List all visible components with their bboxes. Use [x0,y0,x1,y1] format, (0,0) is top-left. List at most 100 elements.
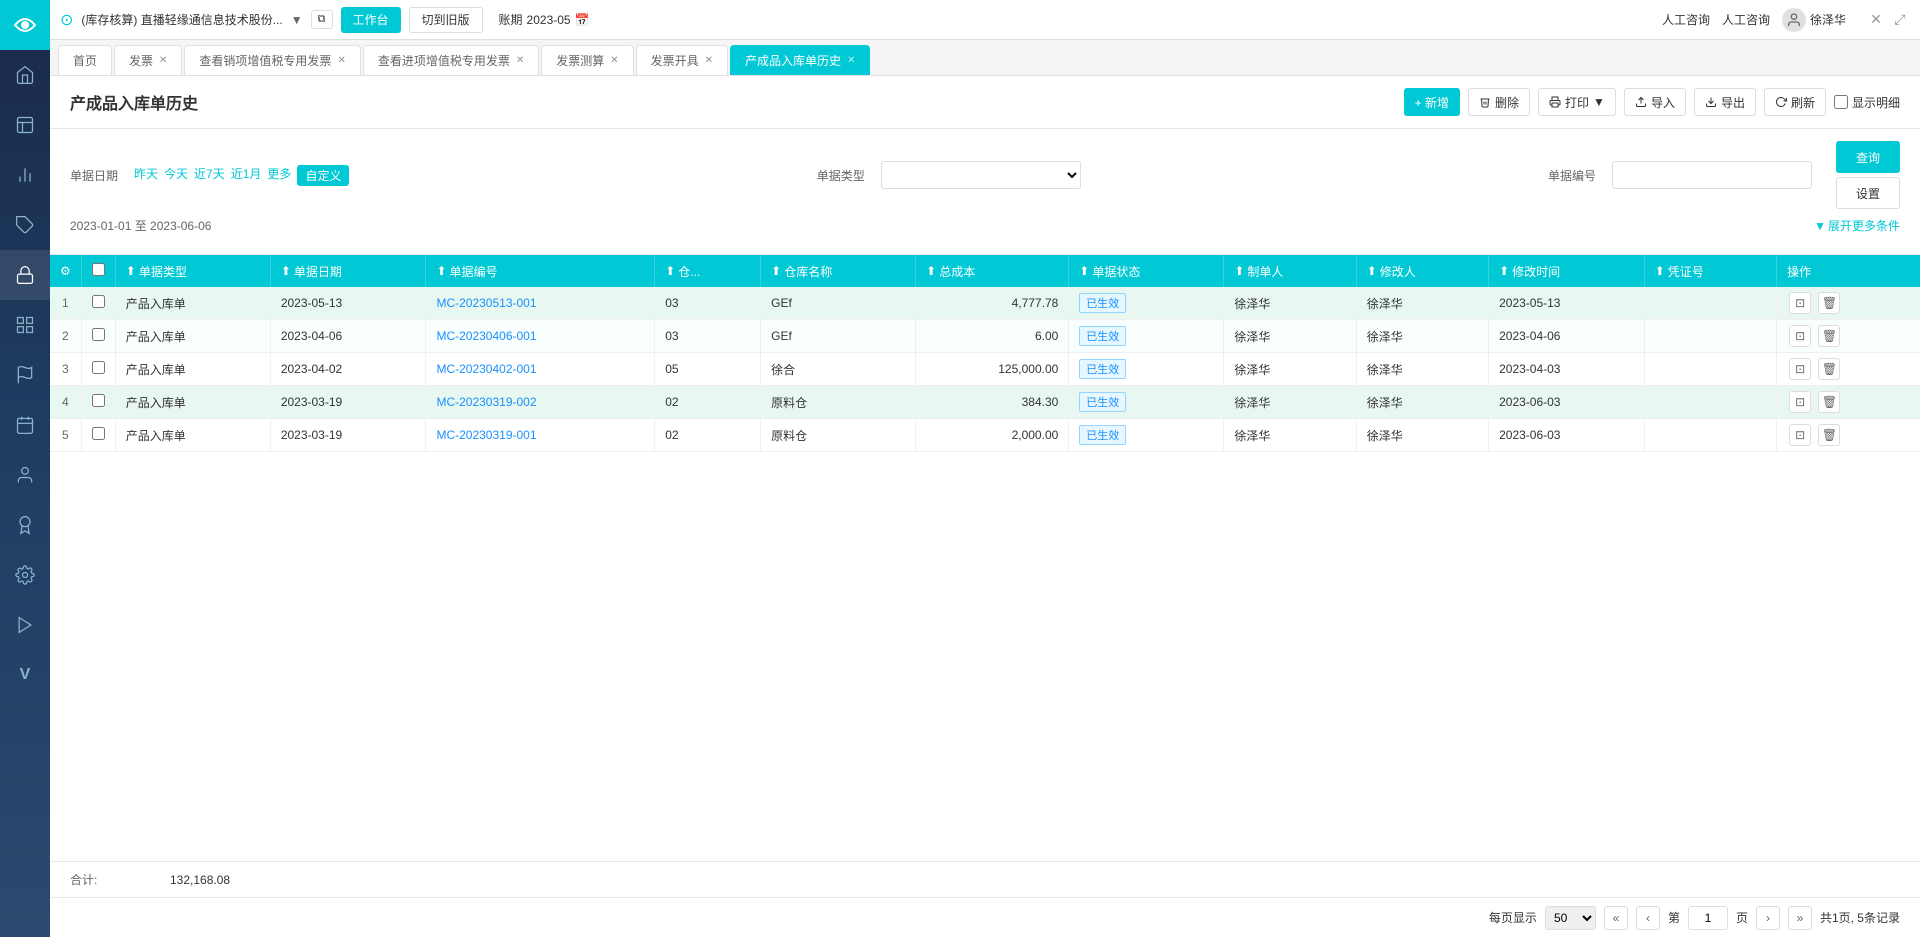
tab-invoice[interactable]: 发票 ✕ [114,45,182,75]
delete-op-button[interactable]: 🗑 [1818,325,1840,347]
row-checkbox[interactable] [92,328,105,341]
shortcut-today[interactable]: 今天 [164,165,188,186]
query-button[interactable]: 查询 [1836,141,1900,173]
switch-version-button[interactable]: 切到旧版 [409,7,483,33]
expand-filters-button[interactable]: ▼ 展开更多条件 [1814,217,1900,234]
sidebar-item-award[interactable] [0,500,50,550]
tab-check-purchase[interactable]: 查看进项增值税专用发票 ✕ [363,45,539,75]
row-number-link[interactable]: MC-20230402-001 [436,362,536,376]
col-type[interactable]: ⬆单据类型 [115,255,270,287]
row-number-link[interactable]: MC-20230319-001 [436,428,536,442]
col-status[interactable]: ⬆单据状态 [1069,255,1224,287]
show-detail-checkbox[interactable] [1834,95,1848,109]
sidebar-item-home[interactable] [0,50,50,100]
user-name[interactable]: 徐泽华 [1810,11,1846,28]
view-op-button[interactable]: ⊡ [1789,325,1811,347]
table-row[interactable]: 5 产品入库单 2023-03-19 MC-20230319-001 02 原料… [50,419,1920,452]
refresh-button[interactable]: 刷新 [1764,88,1826,116]
col-warehouse-code[interactable]: ⬆仓... [655,255,761,287]
row-number-link[interactable]: MC-20230406-001 [436,329,536,343]
row-checkbox[interactable] [92,427,105,440]
table-row[interactable]: 3 产品入库单 2023-04-02 MC-20230402-001 05 徐合… [50,353,1920,386]
table-row[interactable]: 2 产品入库单 2023-04-06 MC-20230406-001 03 GE… [50,320,1920,353]
sidebar-item-chart[interactable] [0,150,50,200]
number-filter-input[interactable] [1612,161,1812,189]
copy-icon[interactable]: ⧉ [311,10,333,29]
col-warehouse-name[interactable]: ⬆仓库名称 [761,255,916,287]
maximize-button[interactable]: ⤢ [1890,10,1910,30]
tab-check-sales-close[interactable]: ✕ [337,55,345,66]
delete-op-button[interactable]: 🗑 [1818,358,1840,380]
delete-button[interactable]: 删除 [1468,88,1530,116]
delete-op-button[interactable]: 🗑 [1818,391,1840,413]
tab-invoice-issue[interactable]: 发票开具 ✕ [636,45,728,75]
sidebar-item-document[interactable] [0,100,50,150]
support-text[interactable]: 人工咨询 [1722,11,1770,28]
period-calendar-icon[interactable]: 📅 [575,13,590,27]
sidebar-item-calendar[interactable] [0,400,50,450]
export-button[interactable]: 导出 [1694,88,1756,116]
delete-op-button[interactable]: 🗑 [1818,292,1840,314]
sidebar-item-play[interactable] [0,600,50,650]
first-page-button[interactable]: « [1604,906,1628,930]
col-creator[interactable]: ⬆制单人 [1224,255,1356,287]
col-modify-time[interactable]: ⬆修改时间 [1489,255,1645,287]
tab-product-inbound[interactable]: 产成品入库单历史 ✕ [730,45,870,75]
shortcut-yesterday[interactable]: 昨天 [134,165,158,186]
view-op-button[interactable]: ⊡ [1789,424,1811,446]
page-input[interactable] [1688,906,1728,930]
sidebar-item-lock[interactable] [0,250,50,300]
workspace-button[interactable]: 工作台 [341,7,401,33]
row-number-link[interactable]: MC-20230513-001 [436,296,536,310]
support-label[interactable]: 人工咨询 [1662,11,1710,28]
col-settings[interactable]: ⚙ [50,255,81,287]
col-total-cost[interactable]: ⬆总成本 [916,255,1069,287]
view-op-button[interactable]: ⊡ [1789,391,1811,413]
per-page-select[interactable]: 50 20 100 [1545,906,1596,930]
view-op-button[interactable]: ⊡ [1789,292,1811,314]
row-voucher [1644,386,1776,419]
shortcut-more[interactable]: 更多 [267,165,291,186]
print-button[interactable]: 打印 ▼ [1538,88,1616,116]
shortcut-7days[interactable]: 近7天 [194,165,225,186]
row-checkbox[interactable] [92,361,105,374]
tab-check-purchase-close[interactable]: ✕ [516,55,524,66]
custom-date-button[interactable]: 自定义 [297,165,349,186]
import-button[interactable]: 导入 [1624,88,1686,116]
col-date[interactable]: ⬆单据日期 [270,255,426,287]
tab-home[interactable]: 首页 [58,45,112,75]
minimize-button[interactable]: ✕ [1866,10,1886,30]
tab-product-inbound-close[interactable]: ✕ [847,55,855,66]
select-all-checkbox[interactable] [92,263,105,276]
table-row[interactable]: 4 产品入库单 2023-03-19 MC-20230319-002 02 原料… [50,386,1920,419]
next-page-button[interactable]: › [1756,906,1780,930]
sidebar-item-grid[interactable] [0,300,50,350]
new-button[interactable]: + 新增 [1404,88,1460,116]
sidebar-item-tag[interactable] [0,200,50,250]
row-number-link[interactable]: MC-20230319-002 [436,395,536,409]
sidebar-item-settings[interactable] [0,550,50,600]
prev-page-button[interactable]: ‹ [1636,906,1660,930]
sidebar-item-flag[interactable] [0,350,50,400]
view-op-button[interactable]: ⊡ [1789,358,1811,380]
delete-op-button[interactable]: 🗑 [1818,424,1840,446]
col-number[interactable]: ⬆单据编号 [426,255,655,287]
type-filter-select[interactable] [881,161,1081,189]
tab-invoice-close[interactable]: ✕ [159,55,167,66]
tab-invoice-calc-close[interactable]: ✕ [610,55,618,66]
col-modifier[interactable]: ⬆修改人 [1356,255,1488,287]
row-checkbox[interactable] [92,295,105,308]
tab-invoice-issue-close[interactable]: ✕ [705,55,713,66]
tab-invoice-calc[interactable]: 发票测算 ✕ [541,45,633,75]
last-page-button[interactable]: » [1788,906,1812,930]
company-dropdown-icon[interactable]: ▼ [291,13,303,27]
table-row[interactable]: 1 产品入库单 2023-05-13 MC-20230513-001 03 GE… [50,287,1920,320]
shortcut-1month[interactable]: 近1月 [231,165,262,186]
sidebar-item-v[interactable]: V [0,650,50,700]
setting-button[interactable]: 设置 [1836,177,1900,209]
row-checkbox[interactable] [92,394,105,407]
tab-check-sales[interactable]: 查看销项增值税专用发票 ✕ [184,45,360,75]
col-voucher[interactable]: ⬆凭证号 [1644,255,1776,287]
sidebar-item-user[interactable] [0,450,50,500]
app-logo[interactable] [0,0,50,50]
